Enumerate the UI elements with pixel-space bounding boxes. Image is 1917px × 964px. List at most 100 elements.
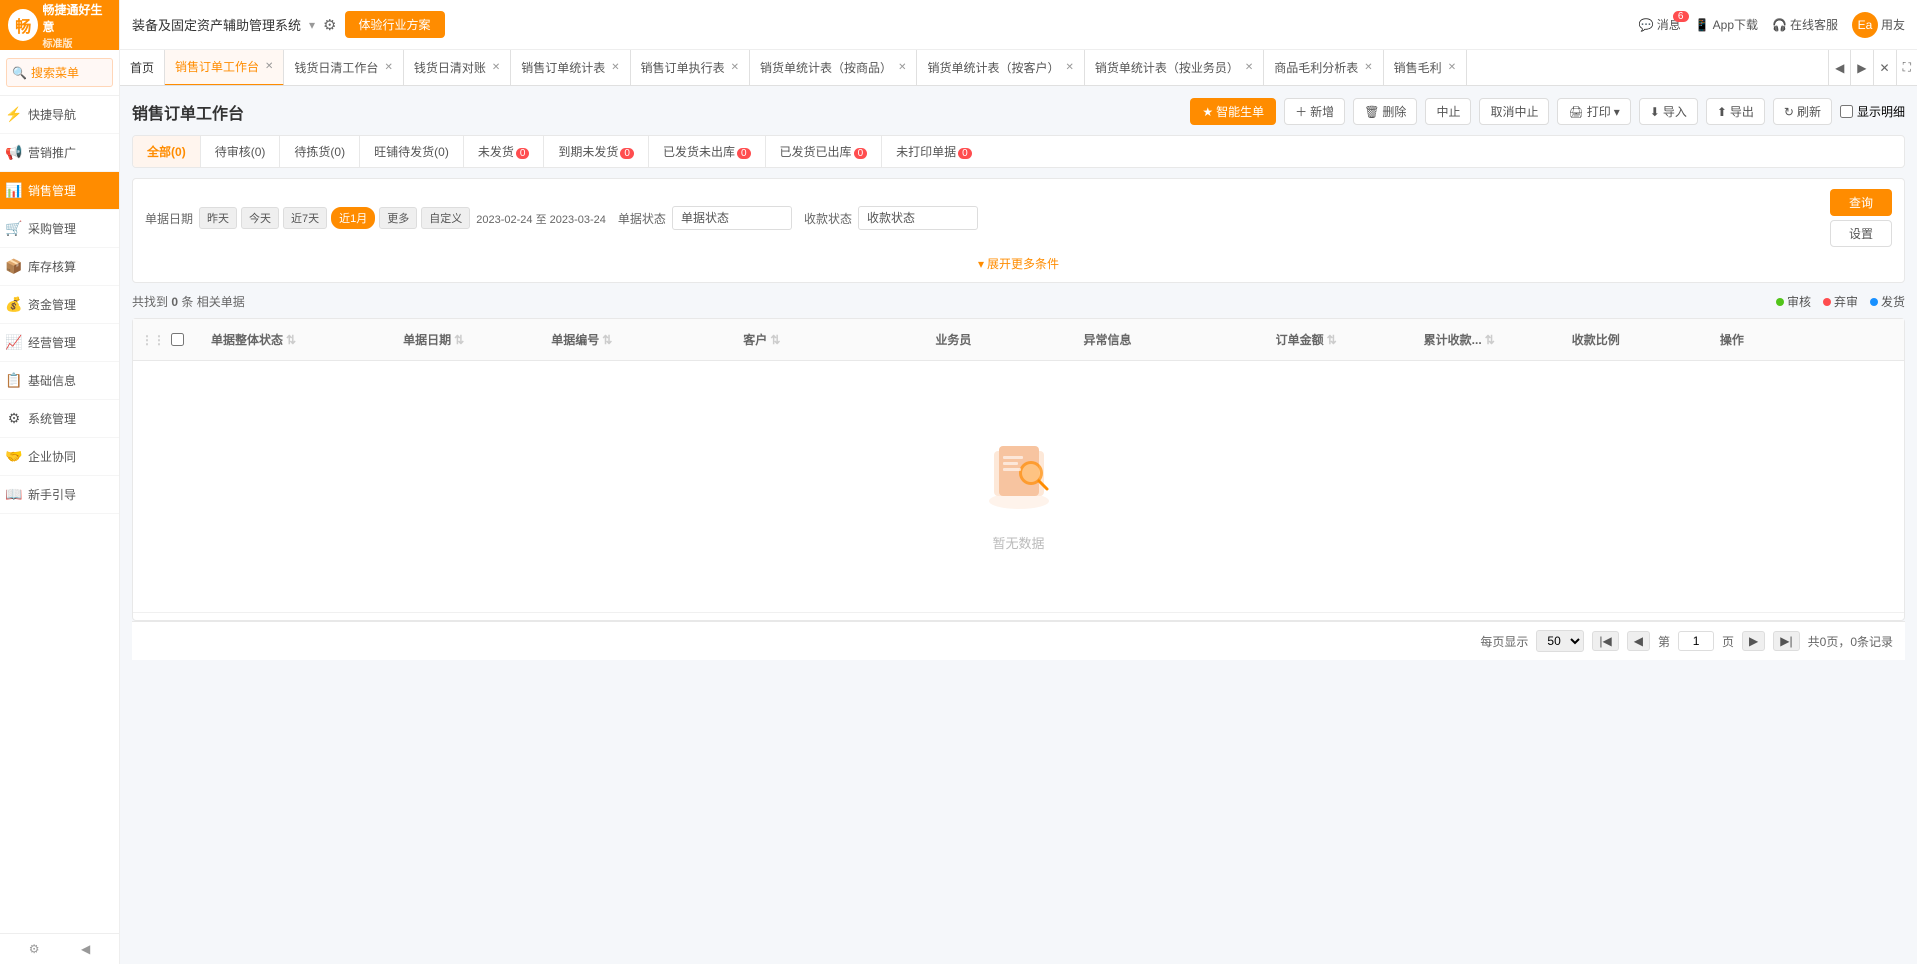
select-all-checkbox[interactable] xyxy=(171,333,184,346)
page-first-button[interactable]: |◀ xyxy=(1592,631,1618,651)
tab-sales-order-workbench[interactable]: 销售订单工作台 ✕ xyxy=(165,50,284,86)
date-1month-btn[interactable]: 近1月 xyxy=(331,207,375,229)
filter-tab-shipped-out[interactable]: 已发货已出库0 xyxy=(766,136,883,167)
empty-illustration xyxy=(969,421,1069,521)
tab-close-icon[interactable]: ✕ xyxy=(1065,62,1073,73)
tab-sales-by-customer[interactable]: 销货单统计表（按客户） ✕ xyxy=(917,50,1084,86)
sort-icon: ⇅ xyxy=(1485,333,1495,347)
dropdown-arrow-icon[interactable]: ▾ xyxy=(309,18,315,32)
th-staff: 业务员 xyxy=(927,327,1075,352)
export-button[interactable]: ⬆ 导出 xyxy=(1706,98,1765,125)
th-num[interactable]: 单据编号 ⇅ xyxy=(543,327,735,352)
user-item[interactable]: Ea 用友 xyxy=(1852,12,1905,38)
page-input[interactable] xyxy=(1678,631,1714,651)
date-filter-item: 单据日期 昨天 今天 近7天 近1月 更多 自定义 2023-02-24 至 2… xyxy=(145,207,606,229)
tab-sales-by-product[interactable]: 销货单统计表（按商品） ✕ xyxy=(750,50,917,86)
page-prev-button[interactable]: ◀ xyxy=(1627,631,1650,651)
sidebar-item-marketing[interactable]: 📢 营销推广 xyxy=(0,134,119,172)
date-yesterday-btn[interactable]: 昨天 xyxy=(199,207,237,229)
date-today-btn[interactable]: 今天 xyxy=(241,207,279,229)
tab-close-all-button[interactable]: ✕ xyxy=(1873,50,1896,86)
sidebar-item-finance[interactable]: 💰 资金管理 xyxy=(0,286,119,324)
app-download-item[interactable]: 📱 App下载 xyxy=(1695,16,1758,33)
status-select[interactable]: 单据状态 xyxy=(672,206,792,230)
tab-close-icon[interactable]: ✕ xyxy=(731,62,739,73)
date-custom-btn[interactable]: 自定义 xyxy=(421,207,470,229)
sidebar-item-purchase[interactable]: 🛒 采购管理 xyxy=(0,210,119,248)
page-next-button[interactable]: ▶ xyxy=(1742,631,1765,651)
filter-tab-not-printed[interactable]: 未打印单据0 xyxy=(882,136,986,167)
tab-close-icon[interactable]: ✕ xyxy=(1364,62,1372,73)
filter-tab-wangpu-pending-ship[interactable]: 旺铺待发货(0) xyxy=(360,136,464,167)
th-date[interactable]: 单据日期 ⇅ xyxy=(395,327,543,352)
tab-sales-profit[interactable]: 销售毛利 ✕ xyxy=(1384,50,1467,86)
print-button[interactable]: 🖨 打印 ▾ xyxy=(1557,98,1630,125)
expand-more-button[interactable]: ▾ 展开更多条件 xyxy=(978,255,1059,272)
sidebar-item-inventory[interactable]: 📦 库存核算 xyxy=(0,248,119,286)
show-detail-checkbox[interactable] xyxy=(1840,105,1853,118)
tab-sales-stats[interactable]: 销售订单统计表 ✕ xyxy=(511,50,630,86)
filter-tab-shipped-not-out[interactable]: 已发货未出库0 xyxy=(649,136,766,167)
page-size-select[interactable]: 50 xyxy=(1536,630,1584,652)
smart-create-button[interactable]: ★ 智能生单 xyxy=(1190,98,1276,125)
tab-close-icon[interactable]: ✕ xyxy=(611,62,619,73)
tab-cash-daily-workbench[interactable]: 钱货日清工作台 ✕ xyxy=(284,50,403,86)
sidebar-item-sales[interactable]: 📊 销售管理 xyxy=(0,172,119,210)
topbar-settings-icon[interactable]: ⚙ xyxy=(323,16,336,34)
filter-tab-all[interactable]: 全部(0) xyxy=(133,136,201,167)
refresh-button[interactable]: ↻ 刷新 xyxy=(1773,98,1832,125)
collapse-icon[interactable]: ◀ xyxy=(81,942,90,956)
page-last-button[interactable]: ▶| xyxy=(1773,631,1799,651)
sidebar-item-quick-nav[interactable]: ⚡ 快捷导航 xyxy=(0,96,119,134)
tab-scroll-right-button[interactable]: ▶ xyxy=(1850,50,1872,86)
import-button[interactable]: ⬇ 导入 xyxy=(1639,98,1698,125)
query-button[interactable]: 查询 xyxy=(1830,189,1892,216)
settings-filter-button[interactable]: 设置 xyxy=(1830,220,1892,247)
cancel-stop-button[interactable]: 取消中止 xyxy=(1479,98,1549,125)
th-collect[interactable]: 累计收款... ⇅ xyxy=(1416,327,1564,352)
tab-close-icon[interactable]: ✕ xyxy=(384,62,392,73)
cooperation-icon: 🤝 xyxy=(6,449,22,465)
filter-tab-pending-pick[interactable]: 待拣货(0) xyxy=(280,136,360,167)
sidebar-item-cooperation[interactable]: 🤝 企业协同 xyxy=(0,438,119,476)
collect-select[interactable]: 收款状态 xyxy=(858,206,978,230)
date-7days-btn[interactable]: 近7天 xyxy=(283,207,327,229)
sidebar-item-basic-info[interactable]: 📋 基础信息 xyxy=(0,362,119,400)
date-more-btn[interactable]: 更多 xyxy=(379,207,417,229)
sidebar-item-guide[interactable]: 📖 新手引导 xyxy=(0,476,119,514)
th-checkbox[interactable] xyxy=(163,329,203,350)
online-service-item[interactable]: 🎧 在线客服 xyxy=(1772,16,1838,33)
tab-close-icon[interactable]: ✕ xyxy=(1245,62,1253,73)
th-customer[interactable]: 客户 ⇅ xyxy=(735,327,927,352)
ship-action[interactable]: 发货 xyxy=(1870,293,1905,310)
tab-cash-reconciliation[interactable]: 钱货日清对账 ✕ xyxy=(404,50,511,86)
filter-tab-overdue-not-shipped[interactable]: 到期未发货0 xyxy=(544,136,649,167)
sidebar-item-operations[interactable]: 📈 经营管理 xyxy=(0,324,119,362)
tab-scroll-left-button[interactable]: ◀ xyxy=(1828,50,1850,86)
tab-close-icon[interactable]: ✕ xyxy=(898,62,906,73)
search-menu-button[interactable]: 🔍 搜索菜单 xyxy=(6,58,113,87)
cancel-action[interactable]: 弃审 xyxy=(1823,293,1858,310)
tab-home[interactable]: 首页 xyxy=(120,50,165,86)
tab-gross-margin[interactable]: 商品毛利分析表 ✕ xyxy=(1264,50,1383,86)
settings-bottom-icon[interactable]: ⚙ xyxy=(29,942,40,956)
tab-close-icon[interactable]: ✕ xyxy=(1448,62,1456,73)
industry-solution-button[interactable]: 体验行业方案 xyxy=(345,11,445,38)
filter-tab-pending-audit[interactable]: 待审核(0) xyxy=(201,136,281,167)
tab-maximize-button[interactable]: ⛶ xyxy=(1896,50,1917,86)
tab-close-icon[interactable]: ✕ xyxy=(492,62,500,73)
audit-action[interactable]: 审核 xyxy=(1776,293,1811,310)
tab-sales-by-staff[interactable]: 销货单统计表（按业务员） ✕ xyxy=(1085,50,1264,86)
tab-close-icon[interactable]: ✕ xyxy=(265,61,273,72)
message-item[interactable]: 💬 消息 6 xyxy=(1639,16,1681,33)
sidebar-item-system[interactable]: ⚙ 系统管理 xyxy=(0,400,119,438)
horizontal-scrollbar[interactable] xyxy=(133,612,1904,620)
th-status[interactable]: 单据整体状态 ⇅ xyxy=(203,327,395,352)
stop-button[interactable]: 中止 xyxy=(1425,98,1471,125)
delete-button[interactable]: 🗑 删除 xyxy=(1353,98,1417,125)
th-amount[interactable]: 订单金额 ⇅ xyxy=(1268,327,1416,352)
show-detail-label[interactable]: 显示明细 xyxy=(1840,103,1905,120)
add-button[interactable]: ＋ 新增 xyxy=(1284,98,1345,125)
tab-sales-execution[interactable]: 销售订单执行表 ✕ xyxy=(631,50,750,86)
filter-tab-not-shipped[interactable]: 未发货0 xyxy=(464,136,545,167)
